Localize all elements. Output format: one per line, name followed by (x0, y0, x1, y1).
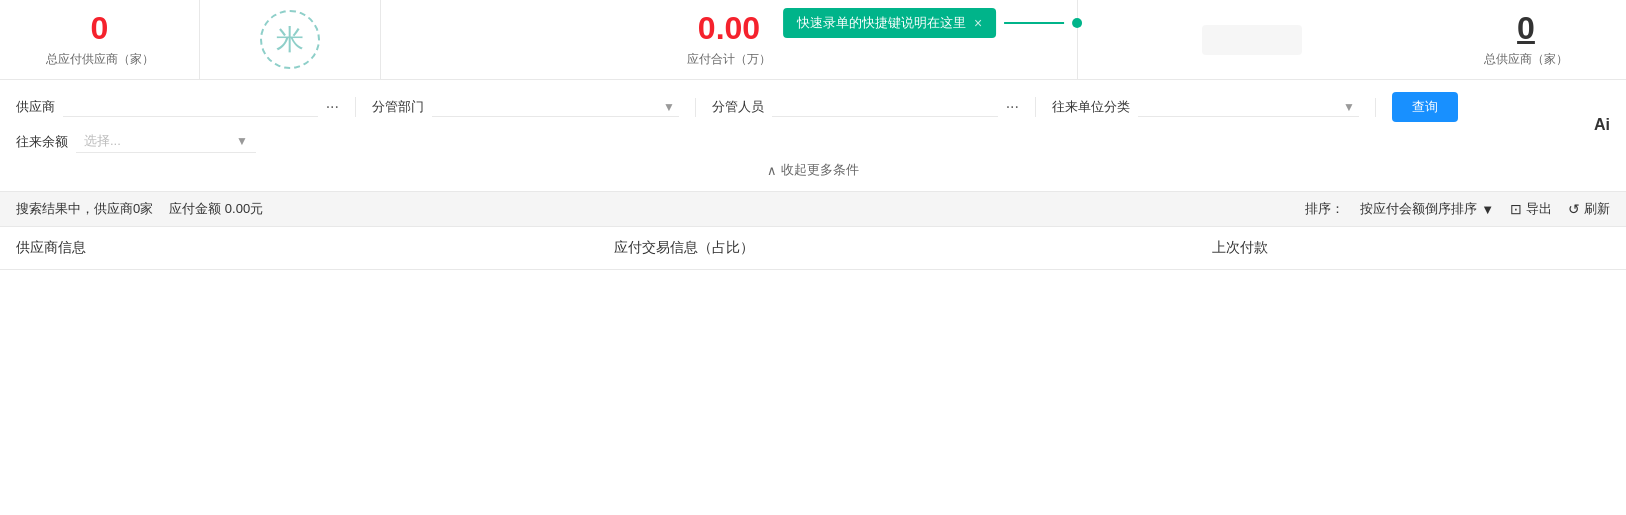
export-label: 导出 (1526, 200, 1552, 218)
query-button[interactable]: 查询 (1392, 92, 1458, 122)
results-info: 搜索结果中，供应商0家 (16, 200, 153, 218)
person-filter: 分管人员 ··· (696, 97, 1036, 117)
decoration-icon: 米 (260, 10, 320, 69)
department-chevron: ▼ (663, 100, 675, 114)
unit-category-filter: 往来单位分类 ▼ (1036, 98, 1376, 117)
ai-label[interactable]: Ai (1594, 116, 1610, 133)
total-suppliers-label: 总供应商（家） (1484, 51, 1568, 68)
total-payable-suppliers-number: 0 (91, 11, 109, 46)
export-icon: ⊡ (1510, 201, 1522, 217)
department-filter: 分管部门 ▼ (356, 98, 696, 117)
total-suppliers-stat: 0 总供应商（家） (1426, 0, 1626, 79)
results-info-area: 搜索结果中，供应商0家 应付金额 0.00元 (16, 200, 263, 218)
sort-chevron: ▼ (1481, 202, 1494, 217)
ai-badge[interactable]: Ai (1594, 116, 1610, 134)
export-button[interactable]: ⊡ 导出 (1510, 200, 1552, 218)
col-supplier-info-header: 供应商信息 (16, 239, 614, 257)
results-bar: 搜索结果中，供应商0家 应付金额 0.00元 排序： 按应付会额倒序排序 ▼ ⊡… (0, 192, 1626, 227)
refresh-icon: ↺ (1568, 201, 1580, 217)
filter-row-1: 供应商 ··· 分管部门 ▼ 分管人员 ··· 往来单位分类 ▼ (16, 92, 1610, 122)
supplier-input[interactable] (63, 97, 318, 117)
table-header: 供应商信息 应付交易信息（占比） 上次付款 (0, 227, 1626, 270)
tooltip-dot (1072, 18, 1082, 28)
total-suppliers-number: 0 (1517, 11, 1535, 46)
collapse-row: ∧ 收起更多条件 (16, 153, 1610, 183)
payable-total-number: 0.00 (698, 11, 760, 46)
tooltip-close[interactable]: × (974, 15, 982, 31)
supplier-dots[interactable]: ··· (326, 98, 339, 116)
icon-area: 米 (200, 0, 381, 79)
results-amount: 应付金额 0.00元 (169, 200, 263, 218)
table-body (0, 270, 1626, 470)
unit-category-label: 往来单位分类 (1052, 98, 1130, 116)
filter-row-2: 往来余额 选择... ▼ (16, 130, 1610, 153)
tooltip-bubble: 快速录单的快捷键说明在这里 × (783, 8, 996, 38)
balance-select[interactable]: 选择... ▼ (76, 130, 256, 153)
unit-category-dropdown[interactable]: ▼ (1138, 98, 1359, 117)
col-payable-info-header: 应付交易信息（占比） (614, 239, 1212, 257)
balance-label: 往来余额 (16, 133, 68, 151)
payable-total-label: 应付合计（万） (687, 51, 771, 68)
balance-chevron: ▼ (236, 134, 248, 148)
tooltip-container: 快速录单的快捷键说明在这里 × (783, 8, 1082, 38)
right-placeholder (1078, 0, 1426, 79)
supplier-label: 供应商 (16, 98, 55, 116)
balance-placeholder: 选择... (84, 132, 121, 150)
sort-value: 按应付会额倒序排序 (1360, 200, 1477, 218)
department-dropdown[interactable]: ▼ (432, 98, 679, 117)
tooltip-text: 快速录单的快捷键说明在这里 (797, 14, 966, 32)
filter-bar: 供应商 ··· 分管部门 ▼ 分管人员 ··· 往来单位分类 ▼ (0, 80, 1626, 192)
col-last-payment-header: 上次付款 (1212, 239, 1611, 257)
collapse-label: 收起更多条件 (781, 161, 859, 179)
person-input[interactable] (772, 97, 998, 117)
collapse-button[interactable]: ∧ 收起更多条件 (767, 161, 859, 179)
sort-label: 排序： (1305, 200, 1344, 218)
tooltip-line (1004, 22, 1064, 24)
department-label: 分管部门 (372, 98, 424, 116)
person-dots[interactable]: ··· (1006, 98, 1019, 116)
total-payable-suppliers-label: 总应付供应商（家） (46, 51, 154, 68)
results-actions: 排序： 按应付会额倒序排序 ▼ ⊡ 导出 ↺ 刷新 (1305, 200, 1610, 218)
refresh-button[interactable]: ↺ 刷新 (1568, 200, 1610, 218)
sort-select[interactable]: 按应付会额倒序排序 ▼ (1360, 200, 1494, 218)
supplier-filter: 供应商 ··· (16, 97, 356, 117)
person-label: 分管人员 (712, 98, 764, 116)
unit-category-chevron: ▼ (1343, 100, 1355, 114)
stats-bar: 0 总应付供应商（家） 米 0.00 应付合计（万） 快速录单的快捷键说明在这里… (0, 0, 1626, 80)
total-payable-suppliers-stat: 0 总应付供应商（家） (0, 0, 200, 79)
refresh-label: 刷新 (1584, 200, 1610, 218)
collapse-chevron: ∧ (767, 163, 777, 178)
